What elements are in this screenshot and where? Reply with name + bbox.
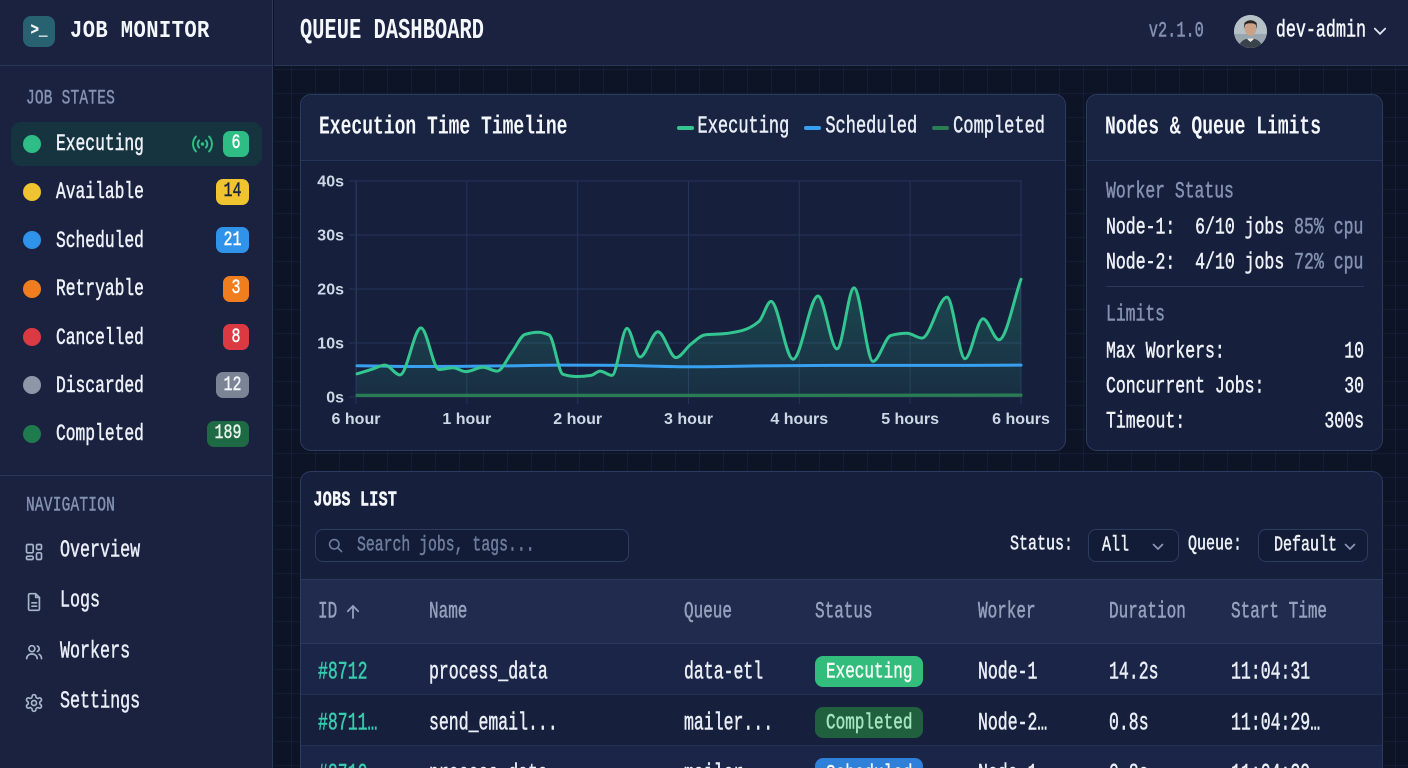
svg-text:10s: 10s bbox=[317, 336, 344, 353]
svg-text:40s: 40s bbox=[317, 174, 344, 191]
svg-text:1 hour: 1 hour bbox=[442, 411, 491, 428]
svg-text:6 hours: 6 hours bbox=[992, 411, 1050, 428]
svg-text:4 hours: 4 hours bbox=[770, 411, 828, 428]
svg-text:6 hour: 6 hour bbox=[332, 411, 381, 428]
svg-text:0s: 0s bbox=[326, 390, 344, 407]
svg-text:20s: 20s bbox=[317, 282, 344, 299]
svg-text:3 hour: 3 hour bbox=[664, 411, 713, 428]
svg-text:2 hour: 2 hour bbox=[553, 411, 602, 428]
svg-text:30s: 30s bbox=[317, 228, 344, 245]
svg-text:5 hours: 5 hours bbox=[881, 411, 939, 428]
